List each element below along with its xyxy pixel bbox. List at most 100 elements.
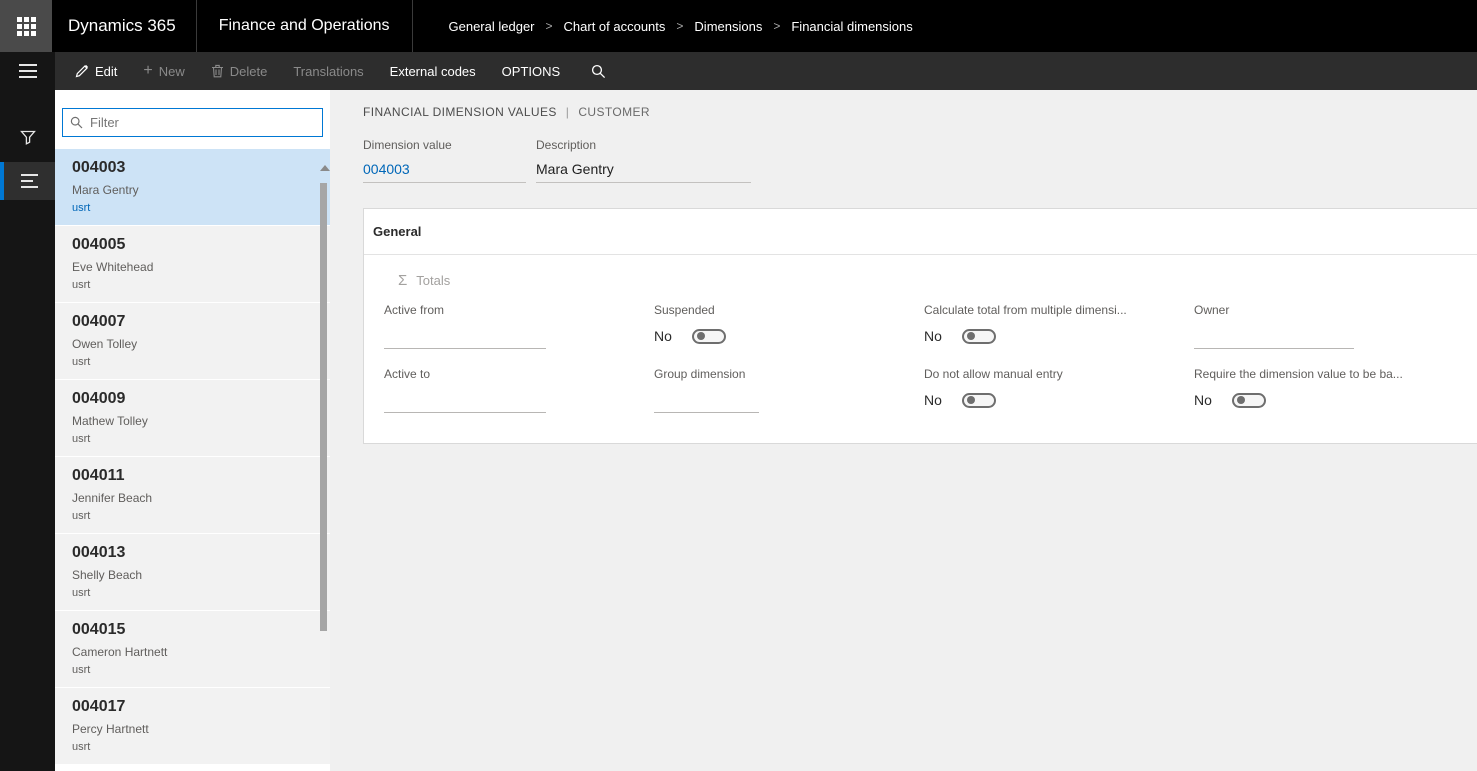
product-title[interactable]: Finance and Operations — [197, 17, 412, 35]
active-from-label: Active from — [384, 303, 445, 317]
general-section: General Σ Totals Active from Suspended N… — [363, 208, 1477, 444]
active-to-input[interactable] — [384, 412, 546, 413]
list-item[interactable]: 004017 Percy Hartnett usrt — [55, 688, 330, 764]
list-pane-button[interactable] — [0, 162, 55, 200]
description-input[interactable]: Mara Gentry — [536, 161, 751, 183]
translations-label: Translations — [293, 63, 364, 79]
filter-input[interactable] — [83, 115, 315, 130]
description-label: Description — [536, 138, 597, 152]
search-button[interactable] — [573, 52, 619, 90]
dimension-code: 004009 — [72, 390, 126, 407]
top-nav-bar: Dynamics 365 Finance and Operations Gene… — [0, 0, 1477, 52]
totals-label: Totals — [416, 273, 451, 288]
action-bar: Edit + New Delete Translations External … — [55, 52, 1477, 90]
dimension-type: usrt — [72, 741, 91, 753]
active-from-input[interactable] — [384, 348, 546, 349]
field-manual-entry: Do not allow manual entry No — [924, 367, 1194, 431]
pencil-icon — [75, 64, 89, 78]
dimension-type: usrt — [72, 202, 91, 214]
field-suspended: Suspended No — [654, 303, 924, 367]
chevron-right-icon: > — [676, 19, 684, 33]
dimension-code: 004017 — [72, 698, 126, 715]
waffle-icon — [16, 16, 36, 36]
list-item[interactable]: 004003 Mara Gentry usrt — [55, 149, 330, 225]
translations-button[interactable]: Translations — [280, 52, 376, 90]
filter-box — [62, 108, 323, 137]
list-item[interactable]: 004007 Owen Tolley usrt — [55, 303, 330, 379]
sigma-icon: Σ — [398, 272, 408, 289]
dimension-name: Owen Tolley — [72, 337, 138, 351]
list-item[interactable]: 004011 Jennifer Beach usrt — [55, 457, 330, 533]
filter-pane-button[interactable] — [0, 118, 55, 156]
field-owner: Owner — [1194, 303, 1464, 367]
new-label: New — [158, 63, 185, 79]
dimension-type: usrt — [72, 510, 91, 522]
group-dimension-label: Group dimension — [654, 367, 746, 381]
breadcrumb-dimensions[interactable]: Dimensions — [690, 19, 766, 34]
list-item[interactable]: 004015 Cameron Hartnett usrt — [55, 611, 330, 687]
search-icon — [592, 64, 606, 78]
totals-button[interactable]: Σ Totals — [364, 255, 1477, 289]
chevron-right-icon: > — [773, 19, 781, 33]
general-section-header[interactable]: General — [364, 209, 1477, 255]
dimension-value-input[interactable]: 004003 — [363, 161, 526, 183]
dimension-code: 004013 — [72, 544, 126, 561]
breadcrumb-chart-of-accounts[interactable]: Chart of accounts — [560, 19, 670, 34]
app-launcher-button[interactable] — [0, 0, 52, 52]
breadcrumb: General ledger > Chart of accounts > Dim… — [413, 19, 917, 34]
app-title[interactable]: Dynamics 365 — [52, 16, 196, 36]
calculate-total-label: Calculate total from multiple dimensi... — [924, 303, 1127, 317]
left-nav-strip — [0, 52, 55, 771]
breadcrumb-financial-dimensions[interactable]: Financial dimensions — [787, 19, 916, 34]
list-item[interactable]: 004013 Shelly Beach usrt — [55, 534, 330, 610]
dimension-name: Mathew Tolley — [72, 414, 148, 428]
dimension-code: 004005 — [72, 236, 126, 253]
scrollbar-thumb[interactable] — [320, 183, 327, 631]
scroll-up-icon[interactable] — [320, 165, 330, 171]
edit-button[interactable]: Edit — [62, 52, 130, 90]
list-item[interactable]: 004005 Eve Whitehead usrt — [55, 226, 330, 302]
header-separator: | — [565, 105, 570, 119]
record-header-fields: Dimension value 004003 Description Mara … — [363, 138, 1477, 183]
new-button[interactable]: + New — [130, 52, 197, 90]
list-icon — [21, 174, 38, 188]
options-label: OPTIONS — [501, 63, 561, 79]
field-group-dimension: Group dimension — [654, 367, 924, 431]
field-require-balanced: Require the dimension value to be ba... … — [1194, 367, 1464, 431]
dimension-type: usrt — [72, 356, 91, 368]
field-active-from: Active from — [384, 303, 654, 367]
dimension-name: Mara Gentry — [72, 183, 139, 197]
manual-entry-toggle[interactable] — [961, 392, 996, 408]
funnel-icon — [19, 130, 36, 145]
dimension-code: 004015 — [72, 621, 126, 638]
suspended-label: Suspended — [654, 303, 715, 317]
dimension-name: Jennifer Beach — [72, 491, 153, 505]
external-codes-button[interactable]: External codes — [377, 52, 489, 90]
dimension-values-list: 004003 Mara Gentry usrt 004005 Eve White… — [55, 149, 330, 764]
require-balanced-label: Require the dimension value to be ba... — [1194, 367, 1403, 381]
list-item[interactable]: 004009 Mathew Tolley usrt — [55, 380, 330, 456]
main-content: FINANCIAL DIMENSION VALUES | CUSTOMER Dime… — [330, 90, 1477, 771]
list-scrollbar[interactable] — [320, 165, 330, 765]
require-balanced-toggle[interactable] — [1231, 392, 1266, 408]
options-button[interactable]: OPTIONS — [489, 52, 574, 90]
require-balanced-value: No — [1194, 392, 1212, 408]
dimension-type: usrt — [72, 664, 91, 676]
calculate-total-toggle[interactable] — [961, 328, 996, 344]
description-field: Description Mara Gentry — [536, 138, 751, 183]
dimension-type: usrt — [72, 433, 91, 445]
delete-button[interactable]: Delete — [198, 52, 281, 90]
toggle-knob — [1236, 396, 1245, 404]
field-calculate-total: Calculate total from multiple dimensi...… — [924, 303, 1194, 367]
suspended-toggle[interactable] — [691, 328, 726, 344]
breadcrumb-general-ledger[interactable]: General ledger — [445, 19, 539, 34]
chevron-right-icon: > — [545, 19, 553, 33]
owner-input[interactable] — [1194, 348, 1354, 349]
hamburger-menu-button[interactable] — [0, 52, 55, 90]
general-fields-grid: Active from Suspended No Calculate total… — [364, 303, 1477, 431]
hamburger-icon — [18, 64, 37, 78]
dimension-value-label: Dimension value — [363, 138, 452, 152]
group-dimension-input[interactable] — [654, 412, 759, 413]
toggle-knob — [696, 332, 705, 340]
suspended-value: No — [654, 328, 672, 344]
